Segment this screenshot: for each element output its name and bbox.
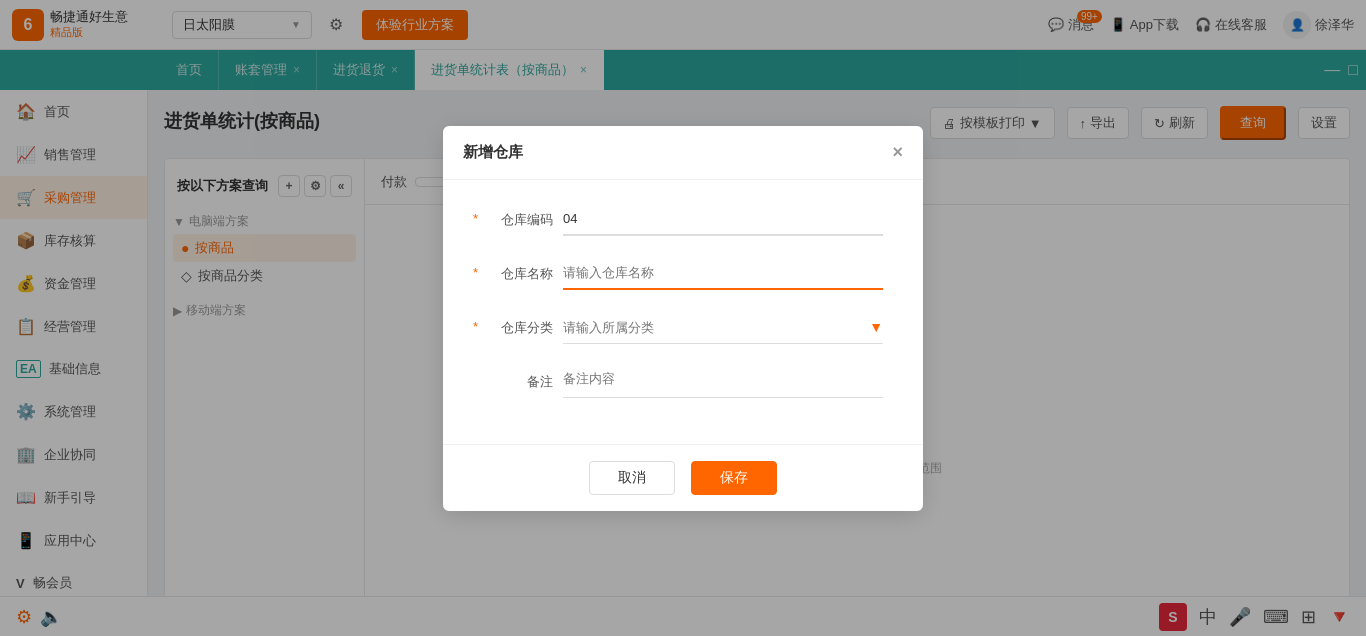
cancel-button[interactable]: 取消 — [589, 461, 675, 495]
dialog-title: 新增仓库 — [463, 143, 523, 162]
warehouse-remark-textarea[interactable] — [563, 366, 883, 398]
category-dropdown-icon: ▼ — [869, 319, 883, 335]
dialog-overlay: 新增仓库 × 仓库编码 仓库名称 仓库分类 ▼ — [0, 0, 1366, 636]
dialog-header: 新增仓库 × — [443, 126, 923, 180]
save-button[interactable]: 保存 — [691, 461, 777, 495]
form-row-remark: 备注 — [483, 366, 883, 398]
form-label-category: 仓库分类 — [483, 319, 553, 337]
dialog-footer: 取消 保存 — [443, 444, 923, 511]
dialog-body: 仓库编码 仓库名称 仓库分类 ▼ 备注 — [443, 180, 923, 444]
warehouse-name-input[interactable] — [563, 258, 883, 290]
dialog-close-button[interactable]: × — [892, 142, 903, 163]
form-label-name: 仓库名称 — [483, 265, 553, 283]
form-row-category: 仓库分类 ▼ — [483, 312, 883, 344]
form-row-name: 仓库名称 — [483, 258, 883, 290]
warehouse-category-input[interactable] — [563, 320, 869, 335]
form-label-remark: 备注 — [483, 373, 553, 391]
dialog-add-warehouse: 新增仓库 × 仓库编码 仓库名称 仓库分类 ▼ — [443, 126, 923, 511]
form-label-code: 仓库编码 — [483, 211, 553, 229]
form-row-code: 仓库编码 — [483, 204, 883, 236]
warehouse-code-input[interactable] — [563, 204, 883, 236]
warehouse-category-select[interactable]: ▼ — [563, 312, 883, 344]
